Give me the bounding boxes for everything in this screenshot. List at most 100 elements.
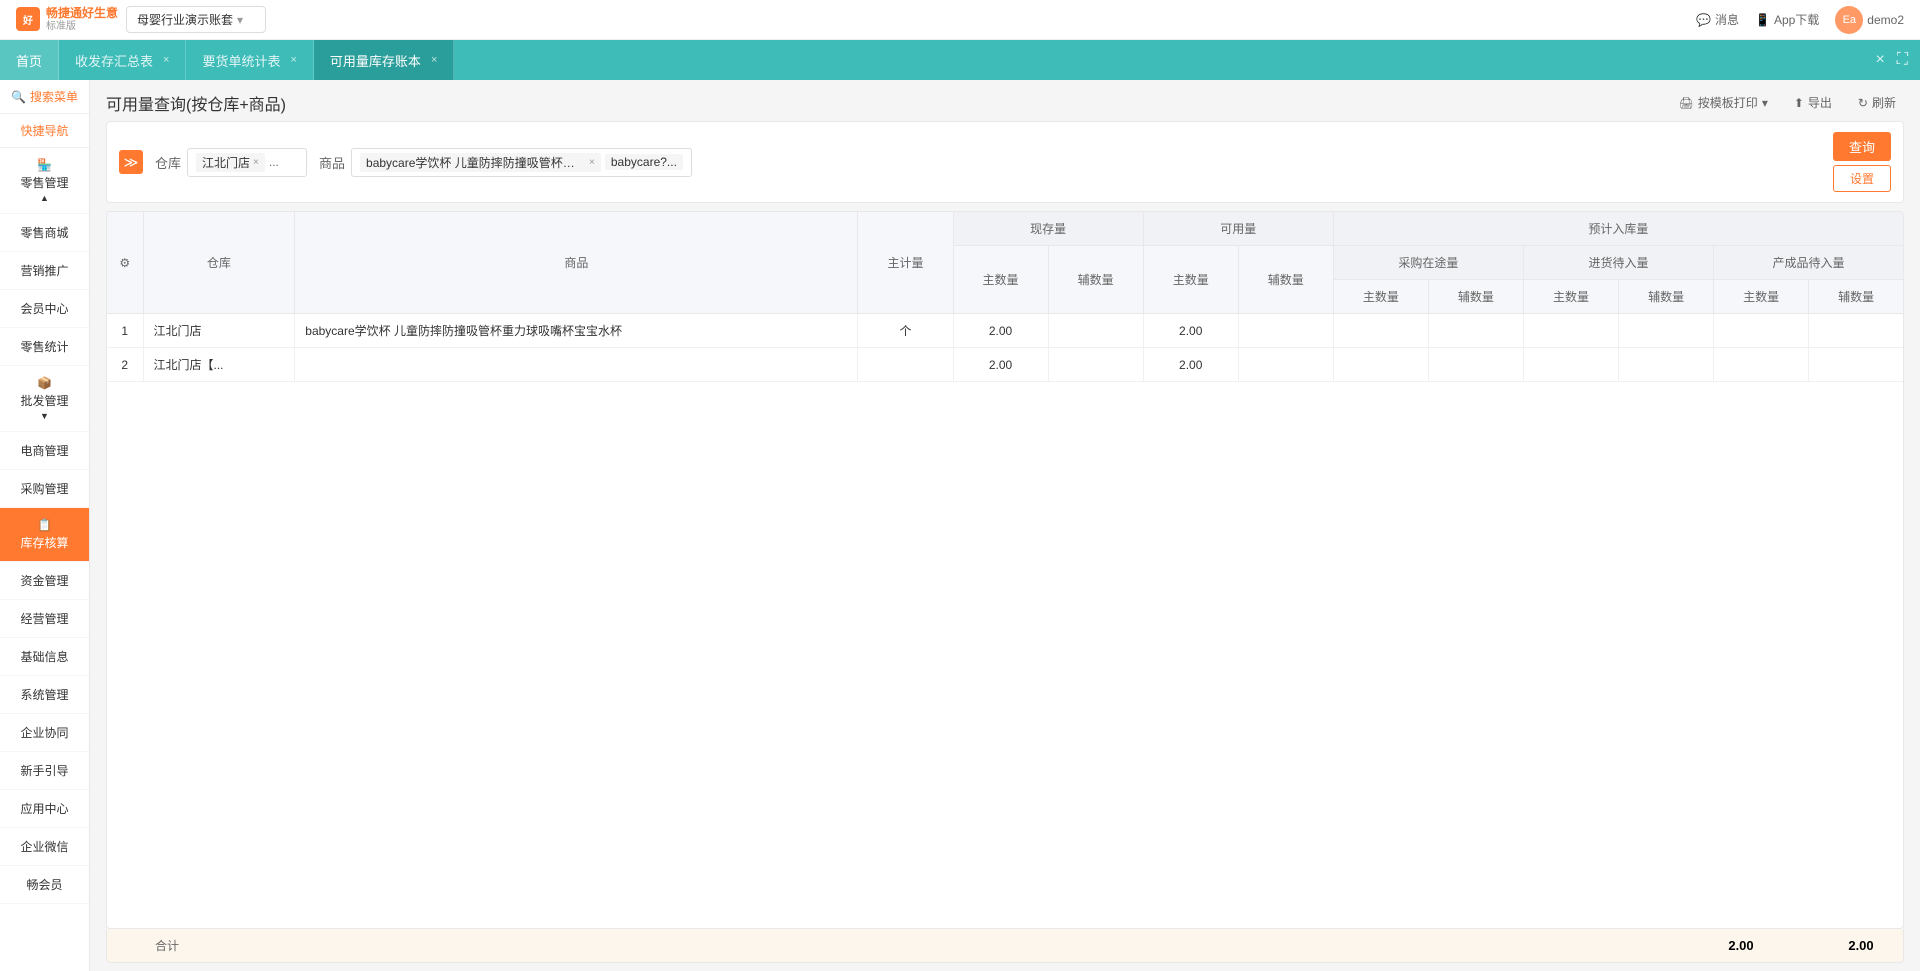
refresh-button[interactable]: ↻ 刷新 xyxy=(1850,90,1904,115)
th-unit: 主计量 xyxy=(858,212,953,314)
tab-yaohuo[interactable]: 要货单统计表 × xyxy=(186,40,313,80)
logo: 好 畅捷通好生意 标准版 xyxy=(16,6,118,32)
close-tab-keyongliang[interactable]: × xyxy=(431,54,437,66)
total-avail-main: 2.00 xyxy=(1831,938,1891,953)
refresh-icon: ↻ xyxy=(1858,96,1868,110)
th-incoming-aux: 辅数量 xyxy=(1619,280,1714,314)
table-row: 2 江北门店【... 2.00 2.00 xyxy=(107,348,1903,382)
th-produced-main: 主数量 xyxy=(1714,280,1809,314)
content-area: 可用量查询(按仓库+商品) 🖨 按模板打印 ▾ ⬆ 导出 ↻ 刷新 ≫ xyxy=(90,80,1920,971)
close-tab-yaohuo[interactable]: × xyxy=(290,54,296,66)
batch-icon: 📦 xyxy=(37,376,52,390)
top-bar: 好 畅捷通好生意 标准版 母婴行业演示账套 ▾ 💬 消息 📱 App下载 Ea … xyxy=(0,0,1920,40)
data-table: ⚙ 仓库 商品 主计量 现存量 可用量 预计入库量 主数量 辅数量 主数量 辅数… xyxy=(106,211,1904,929)
th-avail-aux: 辅数量 xyxy=(1238,246,1333,314)
warehouse-input[interactable]: 江北门店 × ... xyxy=(187,148,307,177)
sidebar-item-vip[interactable]: 畅会员 xyxy=(0,866,89,904)
top-bar-left: 好 畅捷通好生意 标准版 母婴行业演示账套 ▾ xyxy=(16,6,266,33)
sidebar-item-finance[interactable]: 资金管理 xyxy=(0,562,89,600)
close-tab-shoufacun[interactable]: × xyxy=(163,54,169,66)
goods-label: 商品 xyxy=(319,153,345,172)
nav-right-actions: × ⛶ xyxy=(1863,40,1920,80)
sidebar-item-zero-mall[interactable]: 零售商城 xyxy=(0,214,89,252)
th-purchase-main: 主数量 xyxy=(1333,280,1428,314)
mobile-icon: 📱 xyxy=(1755,13,1770,27)
th-plan-group: 预计入库量 xyxy=(1333,212,1903,246)
tab-home[interactable]: 首页 xyxy=(0,40,59,80)
filter-actions: 查询 设置 xyxy=(1833,132,1891,192)
export-button[interactable]: ⬆ 导出 xyxy=(1786,90,1840,115)
filter-bar: ≫ 仓库 江北门店 × ... 商品 babycare学饮杯 儿童防摔防撞吸管杯… xyxy=(106,121,1904,203)
print-icon: 🖨 xyxy=(1679,96,1694,110)
sidebar-item-member[interactable]: 会员中心 xyxy=(0,290,89,328)
app-download-action[interactable]: 📱 App下载 xyxy=(1755,11,1819,28)
settings-button[interactable]: 设置 xyxy=(1833,165,1891,192)
expand-icon2: ▼ xyxy=(40,411,49,421)
sidebar-item-inventory[interactable]: 📋 库存核算 xyxy=(0,508,89,562)
table-footer: 合计 2.00 2.00 xyxy=(106,929,1904,963)
sidebar-item-ecommerce[interactable]: 电商管理 xyxy=(0,432,89,470)
warehouse-tag: 江北门店 × xyxy=(196,153,265,172)
table-row: 1 江北门店 babycare学饮杯 儿童防摔防撞吸管杯重力球吸嘴杯宝宝水杯 个… xyxy=(107,314,1903,348)
th-incoming-main: 主数量 xyxy=(1523,280,1618,314)
close-all-icon[interactable]: × xyxy=(1875,51,1884,69)
sidebar-search[interactable]: 🔍 搜索菜单 xyxy=(0,80,89,114)
remove-goods-tag1[interactable]: × xyxy=(589,157,595,168)
chevron-print-icon: ▾ xyxy=(1762,96,1768,110)
sidebar-item-wechat[interactable]: 企业微信 xyxy=(0,828,89,866)
th-settings[interactable]: ⚙ xyxy=(107,212,143,314)
sidebar-item-zero-stats[interactable]: 零售统计 xyxy=(0,328,89,366)
sidebar-item-enterprise[interactable]: 企业协同 xyxy=(0,714,89,752)
sidebar-item-marketing[interactable]: 营销推广 xyxy=(0,252,89,290)
page-header: 可用量查询(按仓库+商品) 🖨 按模板打印 ▾ ⬆ 导出 ↻ 刷新 xyxy=(90,80,1920,121)
sidebar-quick-nav[interactable]: 快捷导航 xyxy=(0,114,89,148)
main-layout: 🔍 搜索菜单 快捷导航 🏪 零售管理 ▲ 零售商城 营销推广 会员中心 零售统计… xyxy=(0,80,1920,971)
logo-subtitle: 标准版 xyxy=(46,21,118,33)
th-avail-main: 主数量 xyxy=(1143,246,1238,314)
th-stock-group: 现存量 xyxy=(953,212,1143,246)
sidebar-item-operations[interactable]: 经营管理 xyxy=(0,600,89,638)
nav-tabs: 首页 收发存汇总表 × 要货单统计表 × 可用量库存账本 × × ⛶ xyxy=(0,40,1920,80)
sidebar-item-zero-sales[interactable]: 🏪 零售管理 ▲ xyxy=(0,148,89,214)
th-produced-aux: 辅数量 xyxy=(1809,280,1903,314)
th-avail-group: 可用量 xyxy=(1143,212,1333,246)
sidebar-item-purchase[interactable]: 采购管理 xyxy=(0,470,89,508)
total-label: 合计 xyxy=(155,937,235,954)
th-stock-aux: 辅数量 xyxy=(1048,246,1143,314)
goods-filter: 商品 babycare学饮杯 儿童防摔防撞吸管杯重力球吸嘴杯宝宝水杯 × bab… xyxy=(319,148,692,177)
sidebar-item-batch[interactable]: 📦 批发管理 ▼ xyxy=(0,366,89,432)
export-icon: ⬆ xyxy=(1794,96,1804,110)
page-actions: 🖨 按模板打印 ▾ ⬆ 导出 ↻ 刷新 xyxy=(1671,90,1904,115)
query-button[interactable]: 查询 xyxy=(1833,132,1891,161)
sidebar: 🔍 搜索菜单 快捷导航 🏪 零售管理 ▲ 零售商城 营销推广 会员中心 零售统计… xyxy=(0,80,90,971)
th-warehouse: 仓库 xyxy=(143,212,295,314)
sidebar-item-appstore[interactable]: 应用中心 xyxy=(0,790,89,828)
store-icon: 🏪 xyxy=(37,158,52,172)
warehouse-label: 仓库 xyxy=(155,153,181,172)
logo-icon: 好 xyxy=(16,7,40,31)
th-stock-main: 主数量 xyxy=(953,246,1048,314)
goods-input[interactable]: babycare学饮杯 儿童防摔防撞吸管杯重力球吸嘴杯宝宝水杯 × babyca… xyxy=(351,148,692,177)
page-title: 可用量查询(按仓库+商品) xyxy=(106,91,286,115)
th-purchase-aux: 辅数量 xyxy=(1428,280,1523,314)
logo-title: 畅捷通好生意 xyxy=(46,6,118,20)
avatar: Ea xyxy=(1835,6,1863,34)
sidebar-item-newbie[interactable]: 新手引导 xyxy=(0,752,89,790)
tab-shoufacun[interactable]: 收发存汇总表 × xyxy=(59,40,186,80)
expand-icon: ▲ xyxy=(40,193,49,203)
sidebar-item-system[interactable]: 系统管理 xyxy=(0,676,89,714)
filter-toggle-btn[interactable]: ≫ xyxy=(119,150,143,174)
industry-selector[interactable]: 母婴行业演示账套 ▾ xyxy=(126,6,266,33)
tab-keyongliang[interactable]: 可用量库存账本 × xyxy=(314,40,454,80)
user-profile[interactable]: Ea demo2 xyxy=(1835,6,1904,34)
fullscreen-icon[interactable]: ⛶ xyxy=(1897,51,1908,69)
th-purchase-group: 采购在途量 xyxy=(1333,246,1523,280)
remove-warehouse-tag[interactable]: × xyxy=(253,157,259,168)
goods-tag-2: babycare?... xyxy=(605,154,683,170)
more-warehouses-btn[interactable]: ... xyxy=(269,155,279,169)
print-button[interactable]: 🖨 按模板打印 ▾ xyxy=(1671,90,1776,115)
th-incoming-group: 进货待入量 xyxy=(1523,246,1713,280)
message-action[interactable]: 💬 消息 xyxy=(1696,11,1739,28)
sidebar-item-basic[interactable]: 基础信息 xyxy=(0,638,89,676)
search-icon: 🔍 xyxy=(11,90,26,104)
